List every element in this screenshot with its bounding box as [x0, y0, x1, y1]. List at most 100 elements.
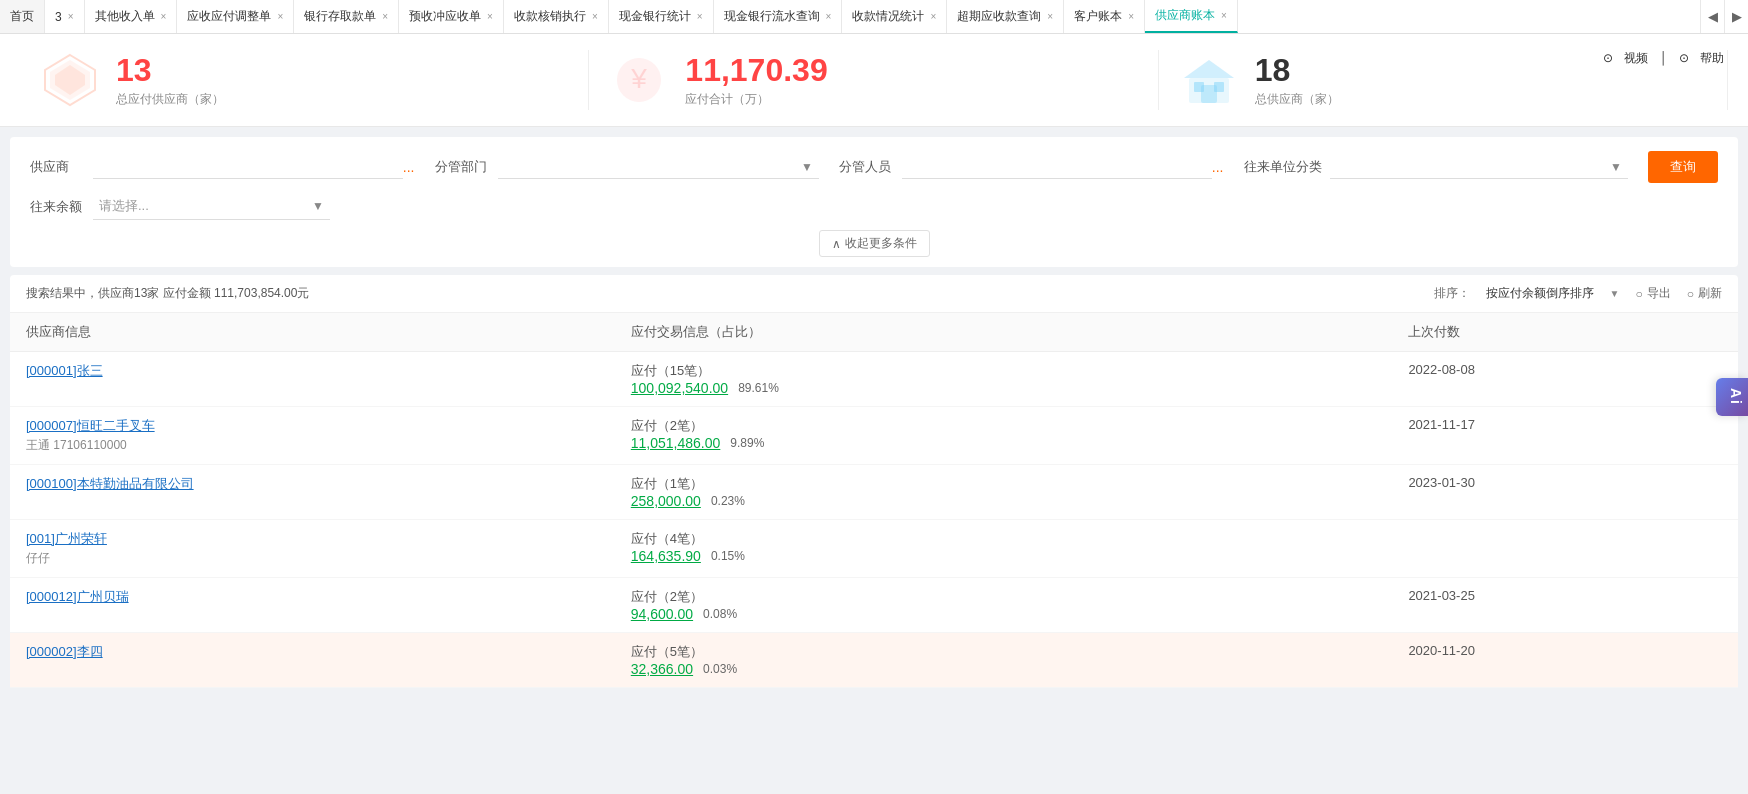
filter-balance: 往来余额 请选择... ▼ — [30, 193, 330, 220]
dept-filter-label: 分管部门 — [435, 158, 490, 176]
results-summary: 搜索结果中，供应商13家 应付金额 111,703,854.00元 — [26, 285, 309, 302]
person-filter-label: 分管人员 — [839, 158, 894, 176]
col-header-tx: 应付交易信息（占比） — [615, 313, 1393, 352]
nav-customer-ledger-label: 客户账本 — [1074, 8, 1122, 25]
tx-percent: 9.89% — [730, 436, 764, 450]
nav-prepay-offset-close[interactable]: × — [487, 11, 493, 22]
nav-cash-bank-stat-label: 现金银行统计 — [619, 8, 691, 25]
stat-label-amount: 应付合计（万） — [685, 91, 827, 108]
nav-receipt-stat[interactable]: 收款情况统计 × — [842, 0, 947, 33]
person-dots-btn[interactable]: ... — [1212, 159, 1224, 175]
nav-prev-arrow[interactable]: ◀ — [1700, 0, 1724, 34]
stat-number-suppliers: 13 — [116, 52, 224, 89]
tx-amount[interactable]: 32,366.00 — [631, 661, 693, 677]
nav-supplier-ledger[interactable]: 供应商账本 × — [1145, 0, 1238, 33]
nav-tab3-close[interactable]: × — [68, 11, 74, 22]
supplier-link[interactable]: [000002]李四 — [26, 644, 103, 659]
supplier-input[interactable] — [93, 155, 403, 179]
nav-ar-ap-adjust-close[interactable]: × — [277, 11, 283, 22]
nav-receipt-verify-close[interactable]: × — [592, 11, 598, 22]
nav-cash-bank-query[interactable]: 现金银行流水查询 × — [714, 0, 843, 33]
table-row: [000001]张三应付（15笔）100,092,540.0089.61%202… — [10, 352, 1738, 407]
nav-next-arrow[interactable]: ▶ — [1724, 0, 1748, 34]
nav-cash-bank-stat-close[interactable]: × — [697, 11, 703, 22]
tx-amount[interactable]: 94,600.00 — [631, 606, 693, 622]
top-nav: 首页 3 × 其他收入单 × 应收应付调整单 × 银行存取款单 × 预收冲应收单… — [0, 0, 1748, 34]
nav-other-income-close[interactable]: × — [161, 11, 167, 22]
data-table: 供应商信息 应付交易信息（占比） 上次付数 [000001]张三应付（15笔）1… — [10, 313, 1738, 688]
supplier-cell: [000001]张三 — [10, 352, 615, 407]
tx-amount[interactable]: 11,051,486.00 — [631, 435, 721, 451]
nav-cash-bank-stat[interactable]: 现金银行统计 × — [609, 0, 714, 33]
nav-supplier-ledger-close[interactable]: × — [1221, 10, 1227, 21]
export-btn[interactable]: ○ 导出 — [1636, 285, 1671, 302]
filter-supplier: 供应商 ... — [30, 155, 415, 179]
supplier-link[interactable]: [001]广州荣轩 — [26, 531, 107, 546]
nav-overdue-ar-label: 超期应收款查询 — [957, 8, 1041, 25]
tx-amount[interactable]: 258,000.00 — [631, 493, 701, 509]
stat-label-total: 总供应商（家） — [1255, 91, 1339, 108]
supplier-cell: [001]广州荣轩仔仔 — [10, 520, 615, 578]
top-right-links: ⊙ 视频 │ ⊙ 帮助 — [1599, 50, 1728, 67]
video-link[interactable]: 视频 — [1624, 51, 1648, 65]
nav-customer-ledger[interactable]: 客户账本 × — [1064, 0, 1145, 33]
last-payment-date: 2022-08-08 — [1408, 362, 1475, 377]
nav-receipt-verify[interactable]: 收款核销执行 × — [504, 0, 609, 33]
sort-dropdown-icon[interactable]: ▼ — [1610, 288, 1620, 299]
tx-amount[interactable]: 100,092,540.00 — [631, 380, 728, 396]
supplier-link[interactable]: [000007]恒旺二手叉车 — [26, 418, 155, 433]
balance-select-text: 请选择... — [99, 197, 312, 215]
nav-ar-ap-adjust[interactable]: 应收应付调整单 × — [177, 0, 294, 33]
stat-content-amount: 11,170.39 应付合计（万） — [685, 52, 827, 108]
nav-overdue-ar-close[interactable]: × — [1047, 11, 1053, 22]
nav-customer-ledger-close[interactable]: × — [1128, 11, 1134, 22]
nav-bank-deposit-label: 银行存取款单 — [304, 8, 376, 25]
stat-content-suppliers: 13 总应付供应商（家） — [116, 52, 224, 108]
person-input[interactable] — [902, 155, 1212, 179]
svg-rect-8 — [1194, 82, 1204, 92]
tx-label: 应付（15笔） — [631, 362, 1377, 380]
nav-bank-deposit[interactable]: 银行存取款单 × — [294, 0, 399, 33]
table-header-row: 供应商信息 应付交易信息（占比） 上次付数 — [10, 313, 1738, 352]
nav-receipt-stat-close[interactable]: × — [930, 11, 936, 22]
nav-overdue-ar[interactable]: 超期应收款查询 × — [947, 0, 1064, 33]
last-payment-cell: 2020-11-20 — [1392, 633, 1738, 688]
divider: │ — [1660, 51, 1668, 65]
tx-amount[interactable]: 164,635.90 — [631, 548, 701, 564]
tx-cell: 应付（1笔）258,000.000.23% — [615, 465, 1393, 520]
nav-tab3[interactable]: 3 × — [45, 0, 85, 33]
category-select[interactable]: ▼ — [1330, 156, 1629, 179]
balance-select[interactable]: 请选择... ▼ — [93, 193, 330, 220]
stat-label-suppliers: 总应付供应商（家） — [116, 91, 224, 108]
sort-select[interactable]: 按应付余额倒序排序 — [1486, 285, 1594, 302]
category-dropdown-icon: ▼ — [1610, 160, 1622, 174]
results-header: 搜索结果中，供应商13家 应付金额 111,703,854.00元 排序： 按应… — [10, 275, 1738, 313]
export-label: 导出 — [1647, 285, 1671, 302]
refresh-btn[interactable]: ○ 刷新 — [1687, 285, 1722, 302]
supplier-dots-btn[interactable]: ... — [403, 159, 415, 175]
filter-row-2: 往来余额 请选择... ▼ — [30, 193, 330, 220]
nav-prepay-offset[interactable]: 预收冲应收单 × — [399, 0, 504, 33]
nav-other-income[interactable]: 其他收入单 × — [85, 0, 178, 33]
tx-label: 应付（5笔） — [631, 643, 1377, 661]
collapse-button[interactable]: ∧ 收起更多条件 — [819, 230, 930, 257]
nav-bank-deposit-close[interactable]: × — [382, 11, 388, 22]
ai-assistant-button[interactable]: Ai — [1716, 378, 1748, 416]
help-link[interactable]: 帮助 — [1700, 51, 1724, 65]
nav-ar-ap-adjust-label: 应收应付调整单 — [187, 8, 271, 25]
supplier-link[interactable]: [000001]张三 — [26, 363, 103, 378]
nav-cash-bank-query-close[interactable]: × — [826, 11, 832, 22]
dept-select[interactable]: ▼ — [498, 156, 820, 179]
svg-text:¥: ¥ — [631, 63, 648, 94]
collapse-label: 收起更多条件 — [845, 235, 917, 252]
supplier-link[interactable]: [000012]广州贝瑞 — [26, 589, 129, 604]
filter-person: 分管人员 ... — [839, 155, 1224, 179]
last-payment-cell — [1392, 520, 1738, 578]
nav-home[interactable]: 首页 — [0, 0, 45, 33]
search-button[interactable]: 查询 — [1648, 151, 1718, 183]
filter-area: 供应商 ... 分管部门 ▼ 分管人员 ... 往来单位分类 ▼ 查询 — [10, 137, 1738, 267]
supplier-link[interactable]: [000100]本特勤油品有限公司 — [26, 476, 194, 491]
col-header-supplier: 供应商信息 — [10, 313, 615, 352]
tx-label: 应付（1笔） — [631, 475, 1377, 493]
stat-number-total: 18 — [1255, 52, 1339, 89]
